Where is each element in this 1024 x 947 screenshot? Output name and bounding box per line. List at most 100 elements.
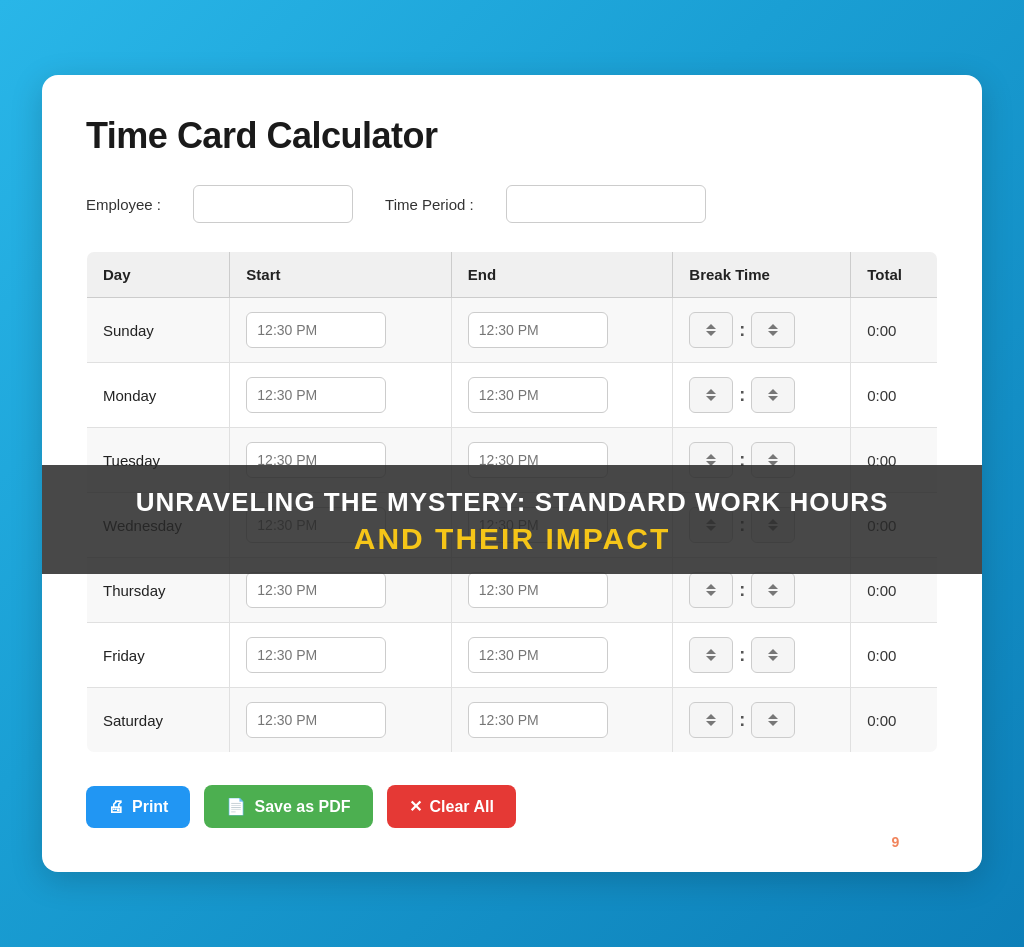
spinner-down-icon <box>706 591 716 596</box>
end-input[interactable] <box>468 442 608 478</box>
spinner-up-icon <box>706 649 716 654</box>
spinner-down-icon <box>706 461 716 466</box>
start-cell <box>230 688 451 753</box>
break-minutes-spinner[interactable] <box>751 442 795 478</box>
break-hours-spinner[interactable] <box>689 377 733 413</box>
end-input[interactable] <box>468 572 608 608</box>
break-minutes-spinner[interactable] <box>751 312 795 348</box>
print-button[interactable]: 🖨 Print <box>86 786 190 828</box>
start-input[interactable] <box>246 312 386 348</box>
end-input[interactable] <box>468 702 608 738</box>
end-cell <box>451 688 672 753</box>
end-input[interactable] <box>468 637 608 673</box>
break-minutes-spinner[interactable] <box>751 507 795 543</box>
day-cell: Sunday <box>87 298 230 363</box>
spinner-up-icon <box>768 389 778 394</box>
total-value: 0:00 <box>867 517 896 534</box>
day-label: Wednesday <box>103 517 182 534</box>
pdf-icon: 📄 <box>226 797 246 816</box>
spinner-up-icon <box>768 714 778 719</box>
spinner-down-icon <box>768 526 778 531</box>
col-header-total: Total <box>851 252 938 298</box>
break-minutes-spinner[interactable] <box>751 572 795 608</box>
total-value: 0:00 <box>867 712 896 729</box>
start-input[interactable] <box>246 572 386 608</box>
watermark-logo: 9 <box>881 828 909 856</box>
time-period-input[interactable] <box>506 185 706 223</box>
break-container: : <box>689 637 834 673</box>
break-hours-spinner[interactable] <box>689 637 733 673</box>
day-label: Thursday <box>103 582 166 599</box>
save-pdf-button[interactable]: 📄 Save as PDF <box>204 785 372 828</box>
day-label: Monday <box>103 387 156 404</box>
end-cell <box>451 558 672 623</box>
employee-input[interactable] <box>193 185 353 223</box>
table-row: Tuesday : 0:00 <box>87 428 938 493</box>
break-container: : <box>689 572 834 608</box>
start-input[interactable] <box>246 507 386 543</box>
spinner-down-icon <box>768 721 778 726</box>
break-hours-spinner[interactable] <box>689 442 733 478</box>
break-hours-spinner[interactable] <box>689 507 733 543</box>
col-header-break: Break Time <box>673 252 851 298</box>
day-label: Friday <box>103 647 145 664</box>
start-input[interactable] <box>246 637 386 673</box>
break-minutes-spinner[interactable] <box>751 377 795 413</box>
watermark: 9 SHUN <box>881 828 962 856</box>
break-colon: : <box>739 580 745 601</box>
spinner-down-icon <box>706 721 716 726</box>
clear-icon: ✕ <box>409 797 422 816</box>
break-cell: : <box>673 558 851 623</box>
start-cell <box>230 428 451 493</box>
spinner-up-icon <box>768 649 778 654</box>
col-header-start: Start <box>230 252 451 298</box>
table-row: Wednesday : 0:00 <box>87 493 938 558</box>
start-input[interactable] <box>246 702 386 738</box>
spinner-down-icon <box>706 656 716 661</box>
spinner-up-icon <box>706 324 716 329</box>
break-hours-spinner[interactable] <box>689 702 733 738</box>
col-header-end: End <box>451 252 672 298</box>
break-minutes-spinner[interactable] <box>751 702 795 738</box>
total-value: 0:00 <box>867 582 896 599</box>
break-hours-spinner[interactable] <box>689 312 733 348</box>
break-colon: : <box>739 320 745 341</box>
break-cell: : <box>673 493 851 558</box>
spinner-up-icon <box>706 389 716 394</box>
spinner-up-icon <box>768 324 778 329</box>
break-hours-spinner[interactable] <box>689 572 733 608</box>
clear-all-button[interactable]: ✕ Clear All <box>387 785 516 828</box>
end-input[interactable] <box>468 377 608 413</box>
col-header-day: Day <box>87 252 230 298</box>
day-cell: Friday <box>87 623 230 688</box>
spinner-down-icon <box>768 396 778 401</box>
day-label: Tuesday <box>103 452 160 469</box>
total-cell: 0:00 <box>851 493 938 558</box>
spinner-up-icon <box>768 454 778 459</box>
break-container: : <box>689 702 834 738</box>
end-input[interactable] <box>468 507 608 543</box>
day-label: Sunday <box>103 322 154 339</box>
break-cell: : <box>673 298 851 363</box>
spinner-down-icon <box>706 331 716 336</box>
table-row: Monday : 0:00 <box>87 363 938 428</box>
total-cell: 0:00 <box>851 688 938 753</box>
employee-row: Employee : Time Period : <box>86 185 938 223</box>
spinner-up-icon <box>706 519 716 524</box>
start-input[interactable] <box>246 377 386 413</box>
break-container: : <box>689 442 834 478</box>
start-input[interactable] <box>246 442 386 478</box>
total-value: 0:00 <box>867 387 896 404</box>
end-input[interactable] <box>468 312 608 348</box>
spinner-up-icon <box>706 714 716 719</box>
watermark-text: SHUN <box>915 834 962 851</box>
employee-label: Employee : <box>86 196 161 213</box>
spinner-up-icon <box>706 454 716 459</box>
break-colon: : <box>739 385 745 406</box>
spinner-down-icon <box>706 526 716 531</box>
break-minutes-spinner[interactable] <box>751 637 795 673</box>
break-cell: : <box>673 623 851 688</box>
total-cell: 0:00 <box>851 558 938 623</box>
total-cell: 0:00 <box>851 623 938 688</box>
break-cell: : <box>673 428 851 493</box>
